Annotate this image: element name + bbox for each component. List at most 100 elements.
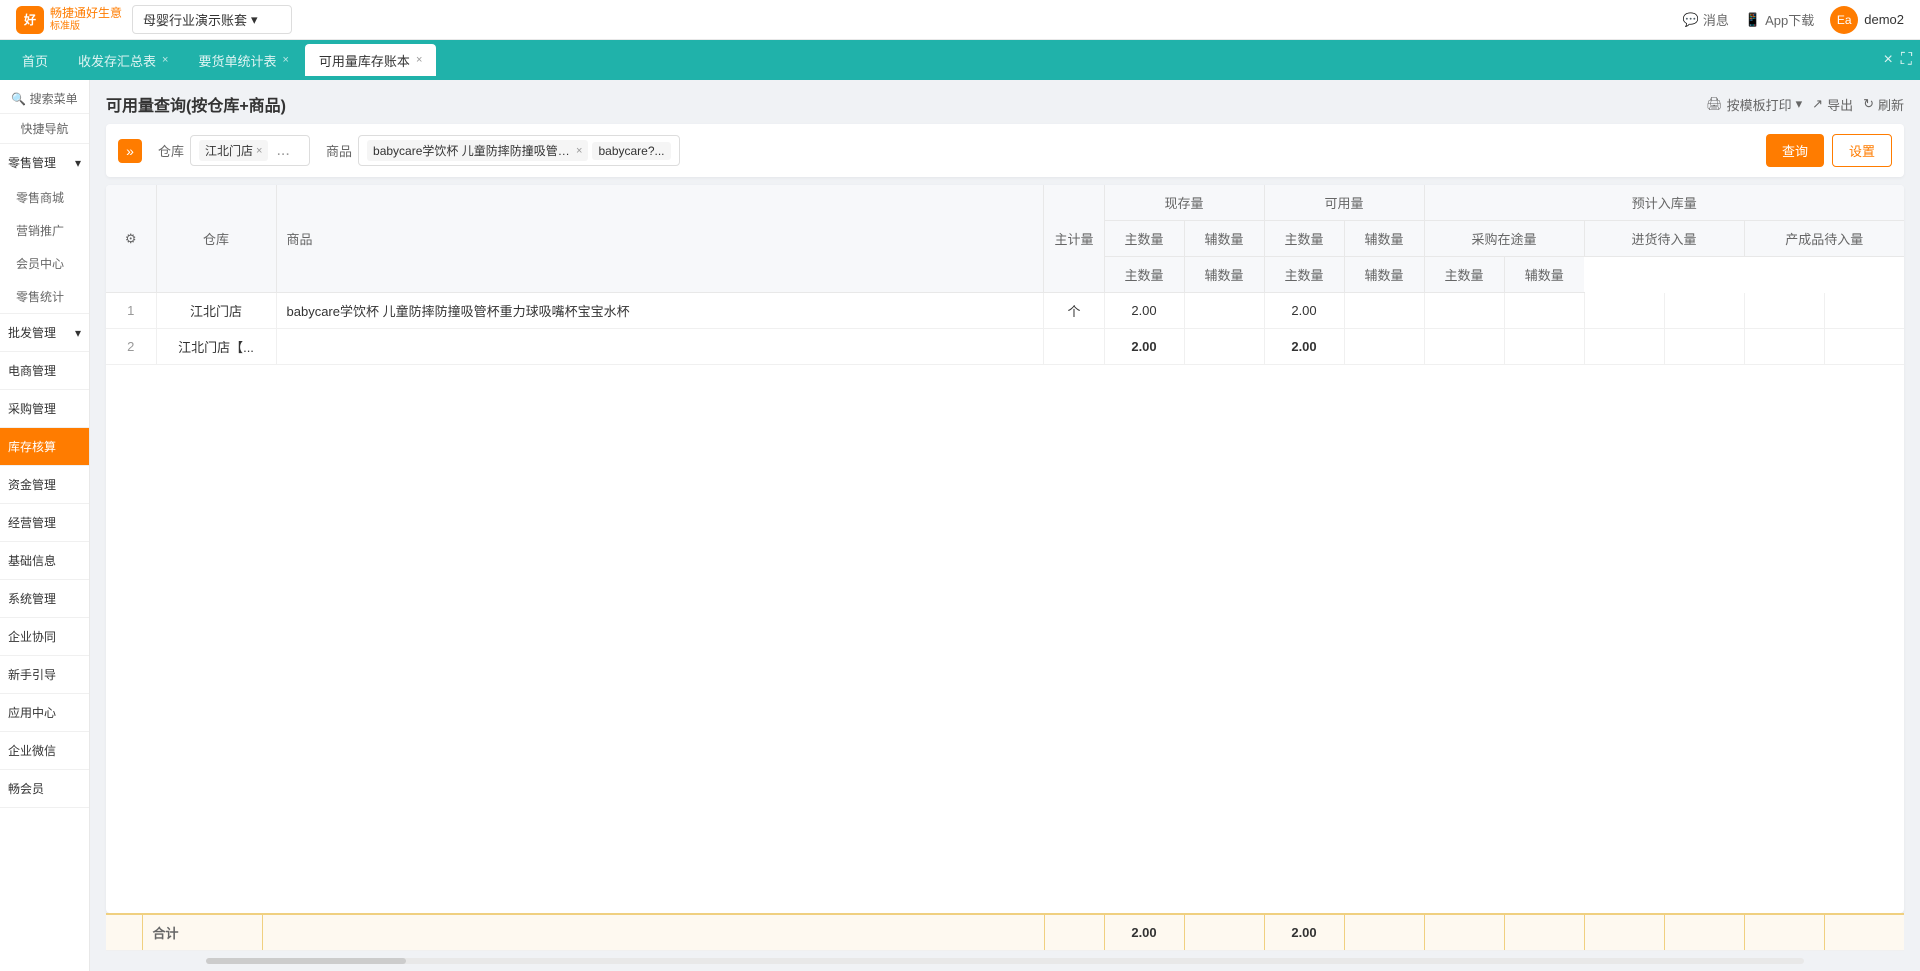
th-product: 商品 <box>276 185 1044 293</box>
sidebar-item-purchase[interactable]: 采购管理 <box>0 390 89 427</box>
cell-seq-1: 1 <box>106 293 156 329</box>
avatar: Ea <box>1830 6 1858 34</box>
download-icon: 📱 <box>1745 12 1761 28</box>
sidebar-item-wholesale[interactable]: 批发管理 ▾ <box>0 314 89 351</box>
content-area: 可用量查询(按仓库+商品) 🖨 按模板打印 ▾ ↗ 导出 ↻ 刷新 » <box>90 80 1920 971</box>
cell-fin-aux-1 <box>1824 293 1904 329</box>
close-receipt-summary-tab[interactable]: × <box>162 54 168 66</box>
sidebar-item-retail[interactable]: 零售管理 ▾ <box>0 144 89 181</box>
tab-home[interactable]: 首页 <box>8 44 62 76</box>
cell-avail-aux-2 <box>1344 329 1424 365</box>
remove-product-tag-1[interactable]: × <box>576 145 582 157</box>
tab-available-stock[interactable]: 可用量库存账本 × <box>305 44 436 76</box>
tab-close-all[interactable]: × ⛶ <box>1883 51 1912 69</box>
tab-receipt-summary[interactable]: 收发存汇总表 × <box>64 44 182 76</box>
query-button[interactable]: 查询 <box>1766 134 1824 167</box>
sidebar-item-member-center[interactable]: 会员中心 <box>0 247 89 280</box>
cell-seq-2: 2 <box>106 329 156 365</box>
warehouse-filter-label: 仓库 <box>158 141 184 160</box>
page-header: 可用量查询(按仓库+商品) 🖨 按模板打印 ▾ ↗ 导出 ↻ 刷新 <box>90 80 1920 124</box>
tab-order-stats[interactable]: 要货单统计表 × <box>184 44 302 76</box>
export-button[interactable]: ↗ 导出 <box>1812 95 1853 114</box>
sidebar-item-system[interactable]: 系统管理 <box>0 580 89 617</box>
th-purchase-transit: 采购在途量 <box>1424 221 1584 257</box>
scrollbar-thumb[interactable] <box>206 958 406 964</box>
top-bar: 好 畅捷通好生意 标准版 母婴行业演示账套 ▾ 💬 消息 📱 App下载 Ea … <box>0 0 1920 40</box>
th-available: 可用量 <box>1264 185 1424 221</box>
sidebar-item-enterprise[interactable]: 企业协同 <box>0 618 89 655</box>
cell-fin-aux-2 <box>1824 329 1904 365</box>
footer-current-main: 2.00 <box>1104 915 1184 951</box>
footer-inc-aux <box>1664 915 1744 951</box>
sidebar-item-basic[interactable]: 基础信息 <box>0 542 89 579</box>
close-available-stock-tab[interactable]: × <box>416 54 422 66</box>
sidebar-item-marketing[interactable]: 营销推广 <box>0 214 89 247</box>
sidebar-item-finance[interactable]: 资金管理 <box>0 466 89 503</box>
product-input[interactable]: babycare学饮杯 儿童防摔防撞吸管杯重力球吸嘴杯宝宝水杯 × babyca… <box>358 135 679 166</box>
print-button[interactable]: 🖨 按模板打印 ▾ <box>1706 95 1802 114</box>
print-icon: 🖨 <box>1706 96 1723 112</box>
sidebar-item-ecommerce[interactable]: 电商管理 <box>0 352 89 389</box>
sidebar-item-wecom[interactable]: 企业微信 <box>0 732 89 769</box>
search-icon: 🔍 <box>11 92 26 106</box>
th-incoming: 进货待入量 <box>1584 221 1744 257</box>
sidebar-search[interactable]: 🔍 搜索菜单 <box>0 80 89 114</box>
sidebar-item-guide[interactable]: 新手引导 <box>0 656 89 693</box>
sidebar-item-operations[interactable]: 经营管理 <box>0 504 89 541</box>
cell-pur-main-2 <box>1424 329 1504 365</box>
tab-home-label: 首页 <box>22 51 48 70</box>
th-current-main: 主数量 <box>1104 221 1184 257</box>
cell-product-2 <box>276 329 1044 365</box>
cell-inc-main-1 <box>1584 293 1664 329</box>
filter-warehouse-field: 仓库 江北门店 × ... <box>158 135 310 166</box>
print-dropdown-icon: ▾ <box>1796 96 1803 112</box>
export-icon: ↗ <box>1812 96 1823 112</box>
horizontal-scrollbar[interactable] <box>106 951 1904 971</box>
remove-warehouse-tag[interactable]: × <box>256 145 262 157</box>
cell-avail-aux-1 <box>1344 293 1424 329</box>
sidebar-quick-nav[interactable]: 快捷导航 <box>0 114 89 144</box>
close-all-icon: × <box>1883 51 1892 69</box>
refresh-button[interactable]: ↻ 刷新 <box>1863 95 1904 114</box>
sidebar-section-guide: 新手引导 <box>0 656 89 694</box>
sidebar-section-basic: 基础信息 <box>0 542 89 580</box>
user-menu[interactable]: Ea demo2 <box>1830 6 1904 34</box>
warehouse-input[interactable]: 江北门店 × ... <box>190 135 310 166</box>
sidebar-item-retail-stats[interactable]: 零售统计 <box>0 280 89 313</box>
cell-pur-aux-1 <box>1504 293 1584 329</box>
filter-expand-button[interactable]: » <box>118 139 142 163</box>
cell-inc-aux-1 <box>1664 293 1744 329</box>
close-order-stats-tab[interactable]: × <box>282 54 288 66</box>
sidebar-section-system: 系统管理 <box>0 580 89 618</box>
setting-button[interactable]: 设置 <box>1832 134 1892 167</box>
sidebar-section-inventory: 库存核算 <box>0 428 89 466</box>
logo-icon: 好 <box>16 6 44 34</box>
username-label: demo2 <box>1864 12 1904 27</box>
footer-empty-1 <box>106 915 142 951</box>
th-warehouse: 仓库 <box>156 185 276 293</box>
sidebar-section-appstore: 应用中心 <box>0 694 89 732</box>
message-button[interactable]: 💬 消息 <box>1683 10 1729 29</box>
page-title: 可用量查询(按仓库+商品) <box>106 92 286 116</box>
app-download-button[interactable]: 📱 App下载 <box>1745 10 1814 29</box>
cell-unit-1: 个 <box>1044 293 1104 329</box>
th-avail-aux: 辅数量 <box>1344 221 1424 257</box>
logo-text: 畅捷通好生意 标准版 <box>50 6 122 32</box>
sidebar-item-appstore[interactable]: 应用中心 <box>0 694 89 731</box>
sidebar-section-operations: 经营管理 <box>0 504 89 542</box>
tab-receipt-summary-label: 收发存汇总表 <box>78 51 156 70</box>
table-row: 2 江北门店【... 2.00 2.00 <box>106 329 1904 365</box>
sidebar-item-retail-shop[interactable]: 零售商城 <box>0 181 89 214</box>
sidebar-item-member[interactable]: 畅会员 <box>0 770 89 807</box>
tab-order-stats-label: 要货单统计表 <box>198 51 276 70</box>
th-expected-in: 预计入库量 <box>1424 185 1904 221</box>
warehouse-more-icon[interactable]: ... <box>276 142 289 160</box>
footer-table: 合计 2.00 2.00 <box>106 915 1904 951</box>
th-unit: 主计量 <box>1044 185 1104 293</box>
cell-current-main-2: 2.00 <box>1104 329 1184 365</box>
tab-available-stock-label: 可用量库存账本 <box>319 51 410 70</box>
sidebar-item-inventory[interactable]: 库存核算 <box>0 428 89 465</box>
cell-product-1: babycare学饮杯 儿童防摔防撞吸管杯重力球吸嘴杯宝宝水杯 <box>276 293 1044 329</box>
th-current-stock: 现存量 <box>1104 185 1264 221</box>
industry-selector[interactable]: 母婴行业演示账套 ▾ <box>132 5 292 34</box>
